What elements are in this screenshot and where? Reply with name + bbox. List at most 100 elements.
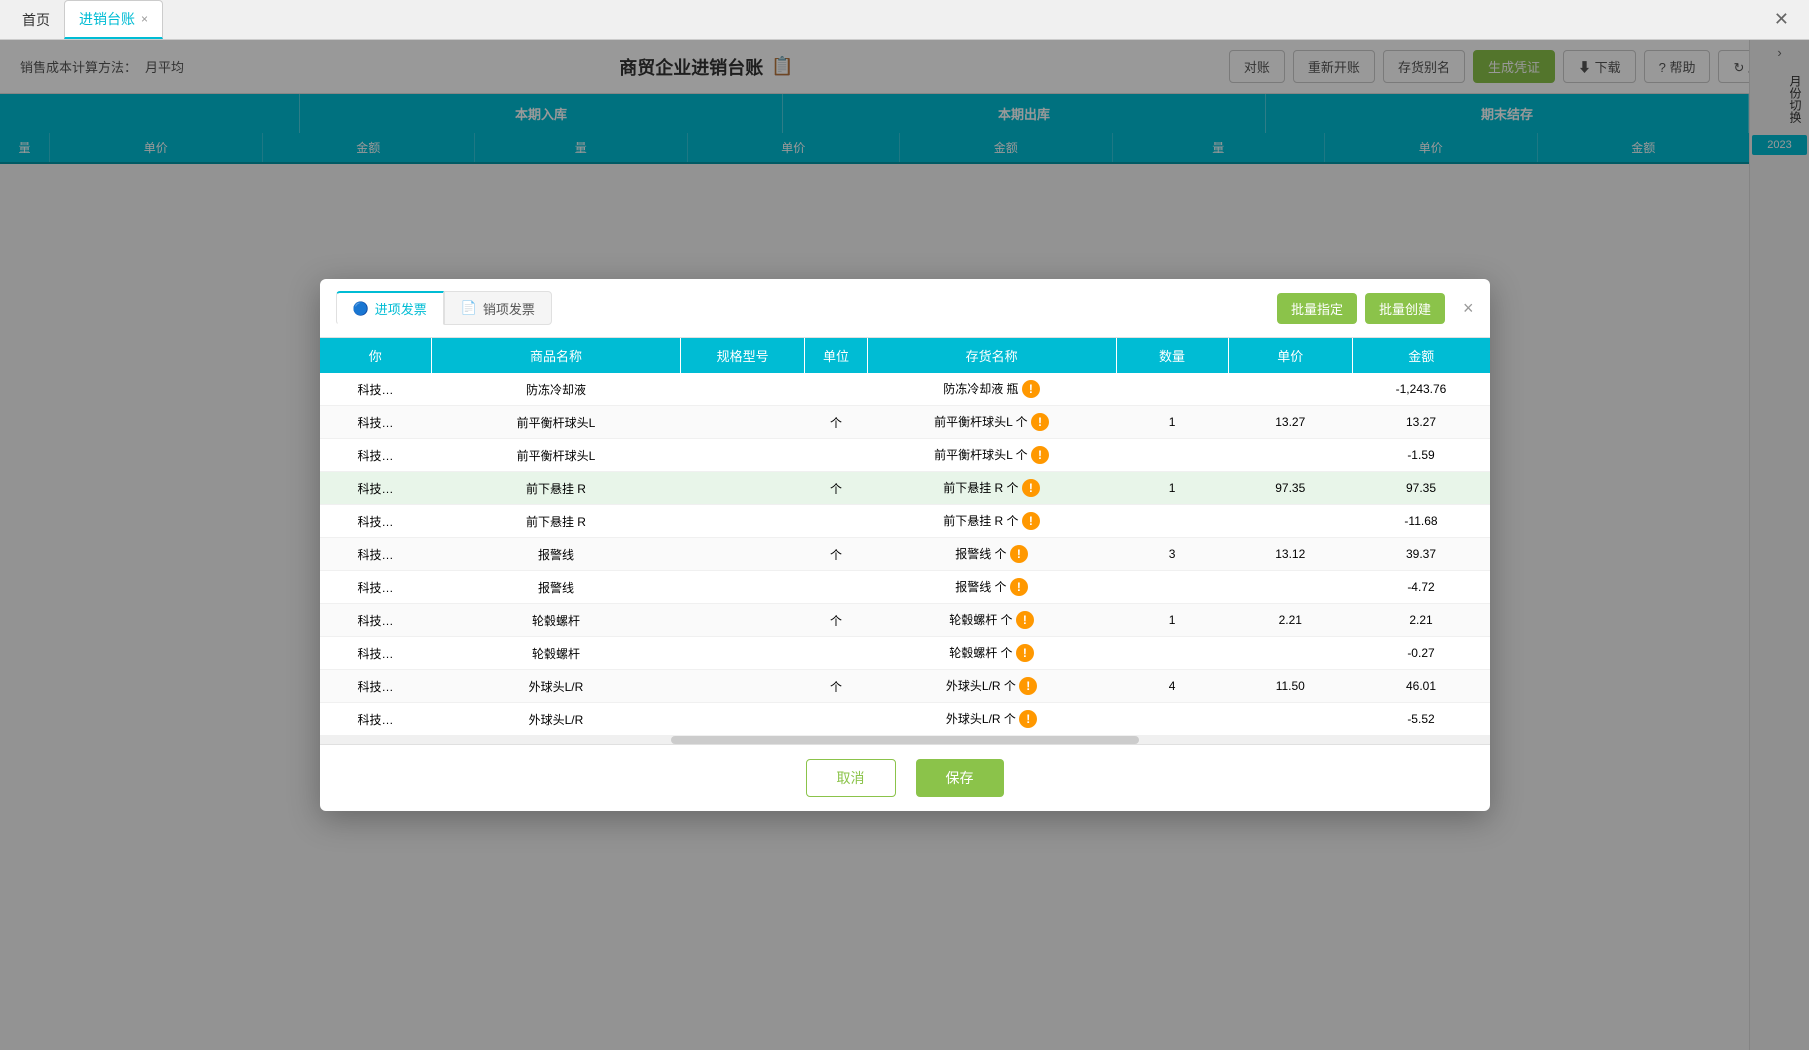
warning-icon: ! (1019, 677, 1037, 695)
window-close-button[interactable]: ✕ (1762, 9, 1801, 30)
cell-product: 前下悬挂 R (432, 472, 681, 505)
cell-spec (680, 373, 804, 406)
inventory-name: 前下悬挂 R 个 (943, 481, 1018, 495)
cell-qty: 1 (1116, 406, 1228, 439)
cell-amount: -11.68 (1353, 505, 1490, 538)
cell-inventory: 前平衡杆球头L 个 ! (867, 439, 1116, 472)
cell-qty: 4 (1116, 670, 1228, 703)
cell-price (1228, 505, 1352, 538)
cell-name: 科技… (320, 571, 432, 604)
cell-amount: 13.27 (1353, 406, 1490, 439)
th-product: 商品名称 (432, 338, 681, 373)
cell-qty (1116, 373, 1228, 406)
table-row: 科技… 轮毂螺杆 个 轮毂螺杆 个 ! 1 2.21 2.21 (320, 604, 1490, 637)
cell-inventory: 前下悬挂 R 个 ! (867, 472, 1116, 505)
tab-sales-invoice[interactable]: 📄 销项发票 (444, 291, 552, 325)
tab-home[interactable]: 首页 (8, 2, 64, 38)
table-row: 科技… 前平衡杆球头L 前平衡杆球头L 个 ! -1.59 (320, 439, 1490, 472)
cell-amount: 97.35 (1353, 472, 1490, 505)
cell-price: 11.50 (1228, 670, 1352, 703)
warning-icon: ! (1016, 611, 1034, 629)
batch-create-button[interactable]: 批量创建 (1365, 293, 1445, 324)
modal-close-button[interactable]: × (1463, 298, 1474, 319)
cell-spec (680, 439, 804, 472)
cell-unit: 个 (805, 538, 867, 571)
cell-qty (1116, 703, 1228, 736)
inventory-name: 前下悬挂 R 个 (943, 514, 1018, 528)
th-name: 你 (320, 338, 432, 373)
modal-footer: 取消 保存 (320, 744, 1490, 811)
cell-unit (805, 703, 867, 736)
cell-unit (805, 505, 867, 538)
cell-qty: 3 (1116, 538, 1228, 571)
batch-assign-button[interactable]: 批量指定 (1277, 293, 1357, 324)
cell-name: 科技… (320, 406, 432, 439)
cancel-button[interactable]: 取消 (806, 759, 896, 797)
cell-price (1228, 439, 1352, 472)
inventory-name: 报警线 个 (955, 547, 1006, 561)
inventory-name: 外球头L/R 个 (946, 712, 1016, 726)
cell-inventory: 前平衡杆球头L 个 ! (867, 406, 1116, 439)
modal-scrollbar[interactable] (320, 736, 1490, 744)
cell-qty (1116, 637, 1228, 670)
main-area: 销售成本计算方法： 月平均 商贸企业进销台账 📋 对账 重新开账 存货别名 生成… (0, 40, 1809, 1050)
cell-unit (805, 439, 867, 472)
warning-icon: ! (1016, 644, 1034, 662)
th-spec: 规格型号 (680, 338, 804, 373)
tab-purchase-icon: 🔵 (353, 301, 369, 317)
cell-inventory: 前下悬挂 R 个 ! (867, 505, 1116, 538)
tab-sales-label: 销项发票 (483, 299, 535, 318)
save-button[interactable]: 保存 (916, 759, 1004, 797)
cell-price (1228, 703, 1352, 736)
modal-actions: 批量指定 批量创建 (1277, 293, 1445, 324)
warning-icon: ! (1010, 545, 1028, 563)
cell-spec (680, 637, 804, 670)
cell-amount: 39.37 (1353, 538, 1490, 571)
table-row: 科技… 报警线 个 报警线 个 ! 3 13.12 39.37 (320, 538, 1490, 571)
cell-product: 前平衡杆球头L (432, 439, 681, 472)
cell-price: 97.35 (1228, 472, 1352, 505)
cell-price: 13.27 (1228, 406, 1352, 439)
tab-purchase-invoice[interactable]: 🔵 进项发票 (336, 291, 444, 325)
cell-spec (680, 406, 804, 439)
tab-active[interactable]: 进销台账 × (64, 0, 163, 39)
cell-product: 报警线 (432, 571, 681, 604)
tab-purchase-label: 进项发票 (375, 299, 427, 318)
modal-header: 🔵 进项发票 📄 销项发票 批量指定 批量创建 × (320, 279, 1490, 338)
warning-icon: ! (1031, 446, 1049, 464)
cell-unit (805, 373, 867, 406)
inventory-name: 轮毂螺杆 个 (949, 646, 1012, 660)
cell-unit: 个 (805, 472, 867, 505)
cell-price: 13.12 (1228, 538, 1352, 571)
cell-product: 外球头L/R (432, 703, 681, 736)
cell-unit: 个 (805, 604, 867, 637)
inventory-name: 防冻冷却液 瓶 (943, 382, 1018, 396)
modal-overlay: 🔵 进项发票 📄 销项发票 批量指定 批量创建 × (0, 40, 1809, 1050)
invoice-table: 你 商品名称 规格型号 单位 存货名称 数量 单价 金额 科技… 防冻冷却液 (320, 338, 1490, 736)
table-row: 科技… 轮毂螺杆 轮毂螺杆 个 ! -0.27 (320, 637, 1490, 670)
cell-name: 科技… (320, 373, 432, 406)
tab-bar: 首页 进销台账 × ✕ (0, 0, 1809, 40)
cell-product: 报警线 (432, 538, 681, 571)
cell-inventory: 外球头L/R 个 ! (867, 670, 1116, 703)
modal-dialog: 🔵 进项发票 📄 销项发票 批量指定 批量创建 × (320, 279, 1490, 811)
cell-product: 前下悬挂 R (432, 505, 681, 538)
modal-scrollbar-thumb[interactable] (671, 736, 1139, 744)
cell-qty (1116, 439, 1228, 472)
cell-price (1228, 373, 1352, 406)
th-unit: 单位 (805, 338, 867, 373)
warning-icon: ! (1019, 710, 1037, 728)
warning-icon: ! (1022, 479, 1040, 497)
cell-inventory: 外球头L/R 个 ! (867, 703, 1116, 736)
cell-inventory: 轮毂螺杆 个 ! (867, 604, 1116, 637)
cell-amount: -1.59 (1353, 439, 1490, 472)
warning-icon: ! (1031, 413, 1049, 431)
cell-product: 轮毂螺杆 (432, 604, 681, 637)
th-qty: 数量 (1116, 338, 1228, 373)
cell-qty (1116, 571, 1228, 604)
cell-name: 科技… (320, 670, 432, 703)
cell-spec (680, 703, 804, 736)
cell-product: 轮毂螺杆 (432, 637, 681, 670)
cell-name: 科技… (320, 472, 432, 505)
tab-close-icon[interactable]: × (141, 12, 148, 26)
